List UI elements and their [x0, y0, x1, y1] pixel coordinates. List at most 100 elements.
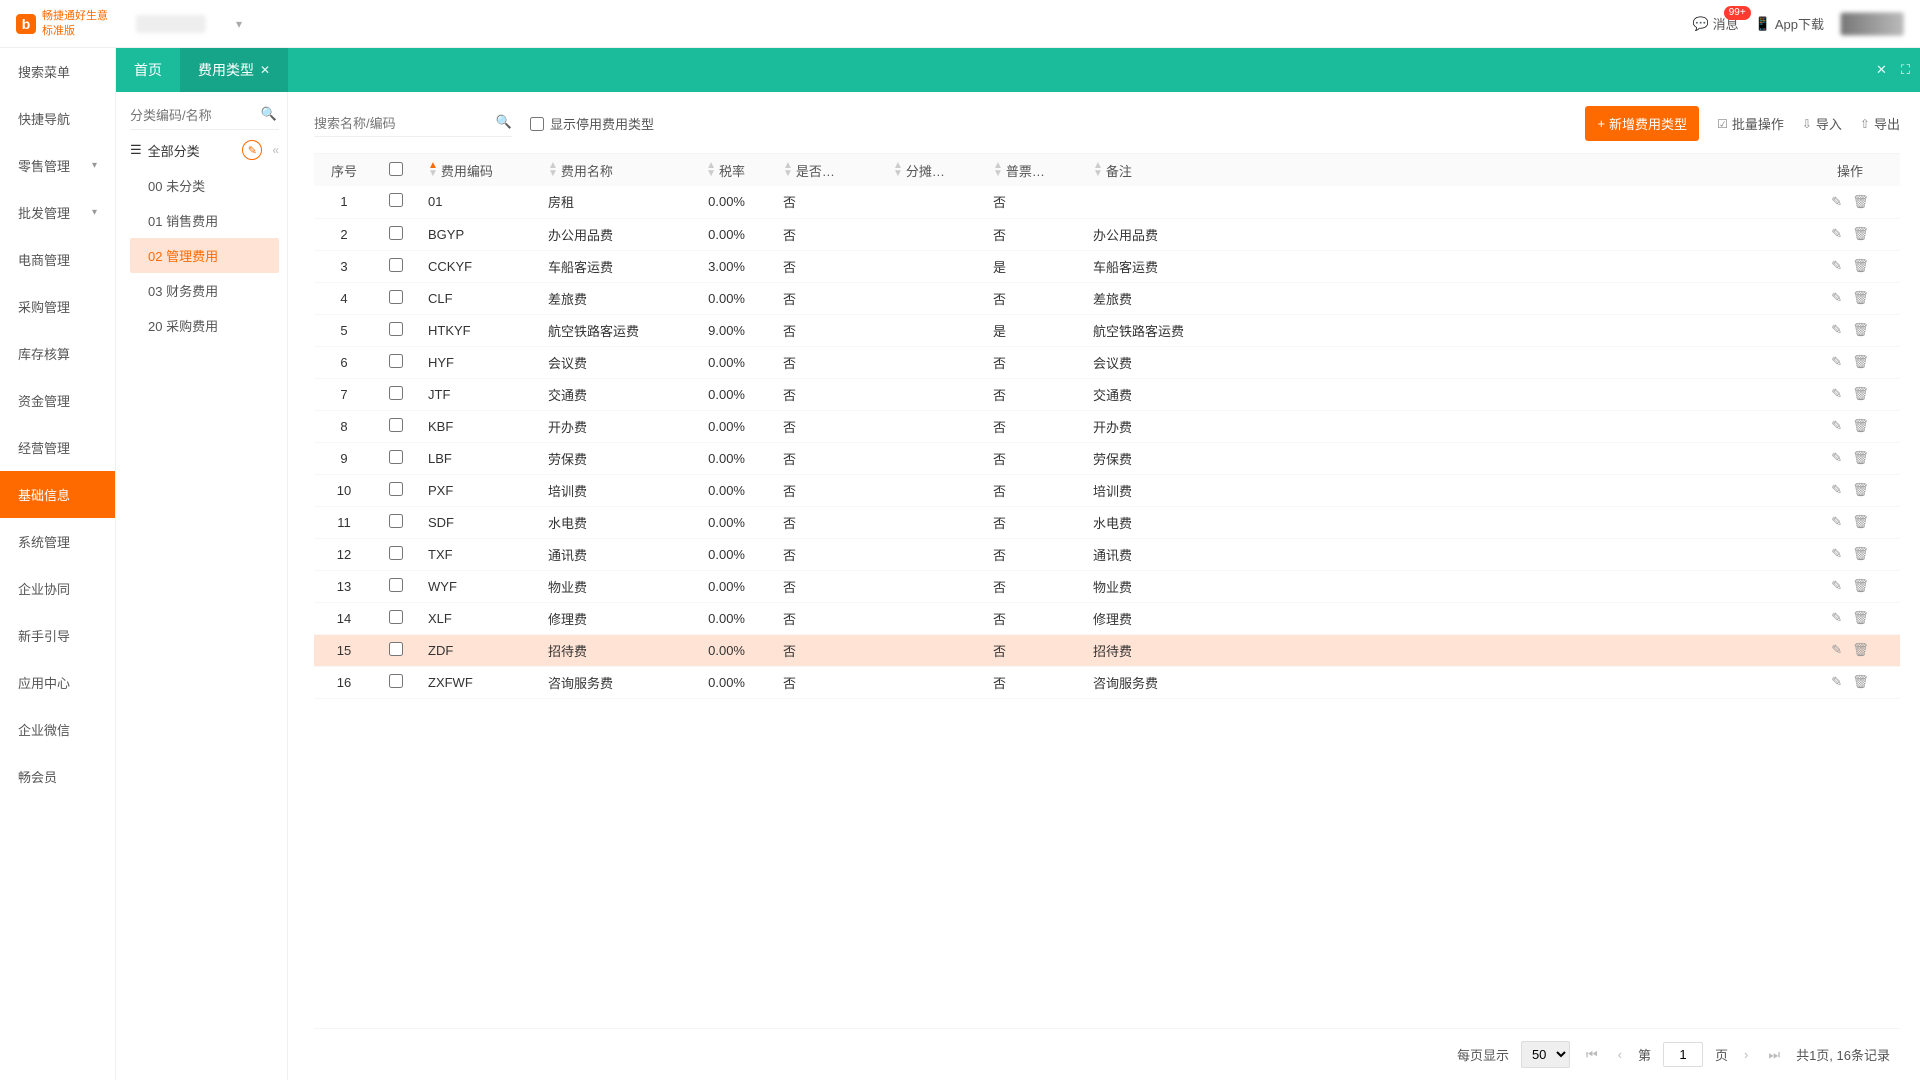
nav-item[interactable]: 采购管理: [0, 283, 115, 330]
col-select-all[interactable]: [374, 154, 418, 186]
pager-next-icon[interactable]: ›: [1740, 1047, 1752, 1062]
nav-item[interactable]: 基础信息: [0, 471, 115, 518]
nav-item[interactable]: 搜索菜单: [0, 48, 115, 95]
row-checkbox[interactable]: [389, 386, 403, 400]
edit-icon[interactable]: ✎: [1831, 482, 1842, 498]
col-rate[interactable]: ▲▼税率: [693, 154, 773, 186]
export-button[interactable]: ⇧导出: [1860, 114, 1900, 133]
edit-icon[interactable]: ✎: [1831, 226, 1842, 242]
per-page-select[interactable]: 50: [1521, 1041, 1570, 1068]
row-checkbox[interactable]: [389, 258, 403, 272]
table-row[interactable]: 6 HYF 会议费 0.00% 否 否 会议费 ✎ 🗑: [314, 346, 1900, 378]
category-search-input[interactable]: [130, 102, 279, 130]
category-edit-button[interactable]: ✎: [242, 140, 262, 160]
close-icon[interactable]: ✕: [260, 63, 270, 77]
row-checkbox[interactable]: [389, 482, 403, 496]
messages-button[interactable]: 💬 消息 99+: [1692, 14, 1738, 33]
org-selector[interactable]: ▾: [136, 15, 242, 33]
nav-item[interactable]: 企业微信: [0, 706, 115, 753]
table-row[interactable]: 16 ZXFWF 咨询服务费 0.00% 否 否 咨询服务费 ✎ 🗑: [314, 666, 1900, 698]
col-bool1[interactable]: ▲▼是否…: [773, 154, 883, 186]
nav-item[interactable]: 企业协同: [0, 565, 115, 612]
fullscreen-icon[interactable]: ⛶: [1901, 62, 1910, 78]
row-checkbox[interactable]: [389, 354, 403, 368]
row-checkbox[interactable]: [389, 514, 403, 528]
delete-icon[interactable]: 🗑: [1852, 354, 1869, 370]
show-disabled-checkbox[interactable]: [530, 117, 544, 131]
collapse-panel-icon[interactable]: «: [272, 143, 279, 157]
delete-icon[interactable]: 🗑: [1852, 386, 1869, 402]
nav-item[interactable]: 库存核算: [0, 330, 115, 377]
row-checkbox[interactable]: [389, 418, 403, 432]
col-bool3[interactable]: ▲▼普票…: [983, 154, 1083, 186]
edit-icon[interactable]: ✎: [1831, 354, 1842, 370]
delete-icon[interactable]: 🗑: [1852, 226, 1869, 242]
table-row[interactable]: 15 ZDF 招待费 0.00% 否 否 招待费 ✎ 🗑: [314, 634, 1900, 666]
delete-icon[interactable]: 🗑: [1852, 642, 1869, 658]
table-row[interactable]: 2 BGYP 办公用品费 0.00% 否 否 办公用品费 ✎ 🗑: [314, 218, 1900, 250]
pager-page-input[interactable]: [1663, 1042, 1703, 1067]
search-icon[interactable]: 🔍: [496, 114, 512, 130]
row-checkbox[interactable]: [389, 674, 403, 688]
edit-icon[interactable]: ✎: [1831, 578, 1842, 594]
table-row[interactable]: 12 TXF 通讯费 0.00% 否 否 通讯费 ✎ 🗑: [314, 538, 1900, 570]
row-checkbox[interactable]: [389, 193, 403, 207]
table-row[interactable]: 8 KBF 开办费 0.00% 否 否 开办费 ✎ 🗑: [314, 410, 1900, 442]
col-seq[interactable]: 序号: [314, 154, 374, 186]
pager-last-icon[interactable]: ⏭: [1764, 1047, 1784, 1063]
table-row[interactable]: 7 JTF 交通费 0.00% 否 否 交通费 ✎ 🗑: [314, 378, 1900, 410]
row-checkbox[interactable]: [389, 322, 403, 336]
row-checkbox[interactable]: [389, 546, 403, 560]
edit-icon[interactable]: ✎: [1831, 514, 1842, 530]
row-checkbox[interactable]: [389, 450, 403, 464]
tab-home[interactable]: 首页: [116, 48, 180, 92]
category-item[interactable]: 20 采购费用: [130, 308, 279, 343]
edit-icon[interactable]: ✎: [1831, 450, 1842, 466]
edit-icon[interactable]: ✎: [1831, 386, 1842, 402]
col-remark[interactable]: ▲▼备注: [1083, 154, 1800, 186]
delete-icon[interactable]: 🗑: [1852, 546, 1869, 562]
table-row[interactable]: 9 LBF 劳保费 0.00% 否 否 劳保费 ✎ 🗑: [314, 442, 1900, 474]
col-bool2[interactable]: ▲▼分摊…: [883, 154, 983, 186]
row-checkbox[interactable]: [389, 226, 403, 240]
row-checkbox[interactable]: [389, 642, 403, 656]
table-row[interactable]: 4 CLF 差旅费 0.00% 否 否 差旅费 ✎ 🗑: [314, 282, 1900, 314]
nav-item[interactable]: 快捷导航: [0, 95, 115, 142]
table-row[interactable]: 11 SDF 水电费 0.00% 否 否 水电费 ✎ 🗑: [314, 506, 1900, 538]
nav-item[interactable]: 系统管理: [0, 518, 115, 565]
nav-item[interactable]: 畅会员: [0, 753, 115, 800]
select-all-checkbox[interactable]: [389, 162, 403, 176]
category-item[interactable]: 03 财务费用: [130, 273, 279, 308]
table-row[interactable]: 5 HTKYF 航空铁路客运费 9.00% 否 是 航空铁路客运费 ✎ 🗑: [314, 314, 1900, 346]
tab-close-all-icon[interactable]: ✕: [1876, 62, 1887, 78]
tab-fee-type[interactable]: 费用类型 ✕: [180, 48, 288, 92]
search-icon[interactable]: 🔍: [261, 106, 277, 122]
new-fee-type-button[interactable]: + 新增费用类型: [1585, 106, 1699, 141]
show-disabled-toggle[interactable]: 显示停用费用类型: [530, 114, 654, 133]
row-checkbox[interactable]: [389, 578, 403, 592]
col-code[interactable]: ▲▼费用编码: [418, 154, 538, 186]
category-item[interactable]: 02 管理费用: [130, 238, 279, 273]
edit-icon[interactable]: ✎: [1831, 610, 1842, 626]
delete-icon[interactable]: 🗑: [1852, 290, 1869, 306]
nav-item[interactable]: 批发管理▾: [0, 189, 115, 236]
delete-icon[interactable]: 🗑: [1852, 418, 1869, 434]
import-button[interactable]: ⇩导入: [1802, 114, 1842, 133]
delete-icon[interactable]: 🗑: [1852, 482, 1869, 498]
delete-icon[interactable]: 🗑: [1852, 258, 1869, 274]
row-checkbox[interactable]: [389, 290, 403, 304]
app-download-button[interactable]: 📱 App下载: [1755, 14, 1824, 33]
nav-item[interactable]: 新手引导: [0, 612, 115, 659]
row-checkbox[interactable]: [389, 610, 403, 624]
table-row[interactable]: 14 XLF 修理费 0.00% 否 否 修理费 ✎ 🗑: [314, 602, 1900, 634]
delete-icon[interactable]: 🗑: [1852, 194, 1869, 210]
table-search-input[interactable]: [314, 111, 512, 137]
edit-icon[interactable]: ✎: [1831, 258, 1842, 274]
col-name[interactable]: ▲▼费用名称: [538, 154, 693, 186]
edit-icon[interactable]: ✎: [1831, 674, 1842, 690]
edit-icon[interactable]: ✎: [1831, 290, 1842, 306]
pager-first-icon[interactable]: ⏮: [1582, 1047, 1602, 1063]
pager-prev-icon[interactable]: ‹: [1614, 1047, 1626, 1062]
edit-icon[interactable]: ✎: [1831, 194, 1842, 210]
batch-ops-button[interactable]: ☑批量操作: [1717, 114, 1784, 133]
